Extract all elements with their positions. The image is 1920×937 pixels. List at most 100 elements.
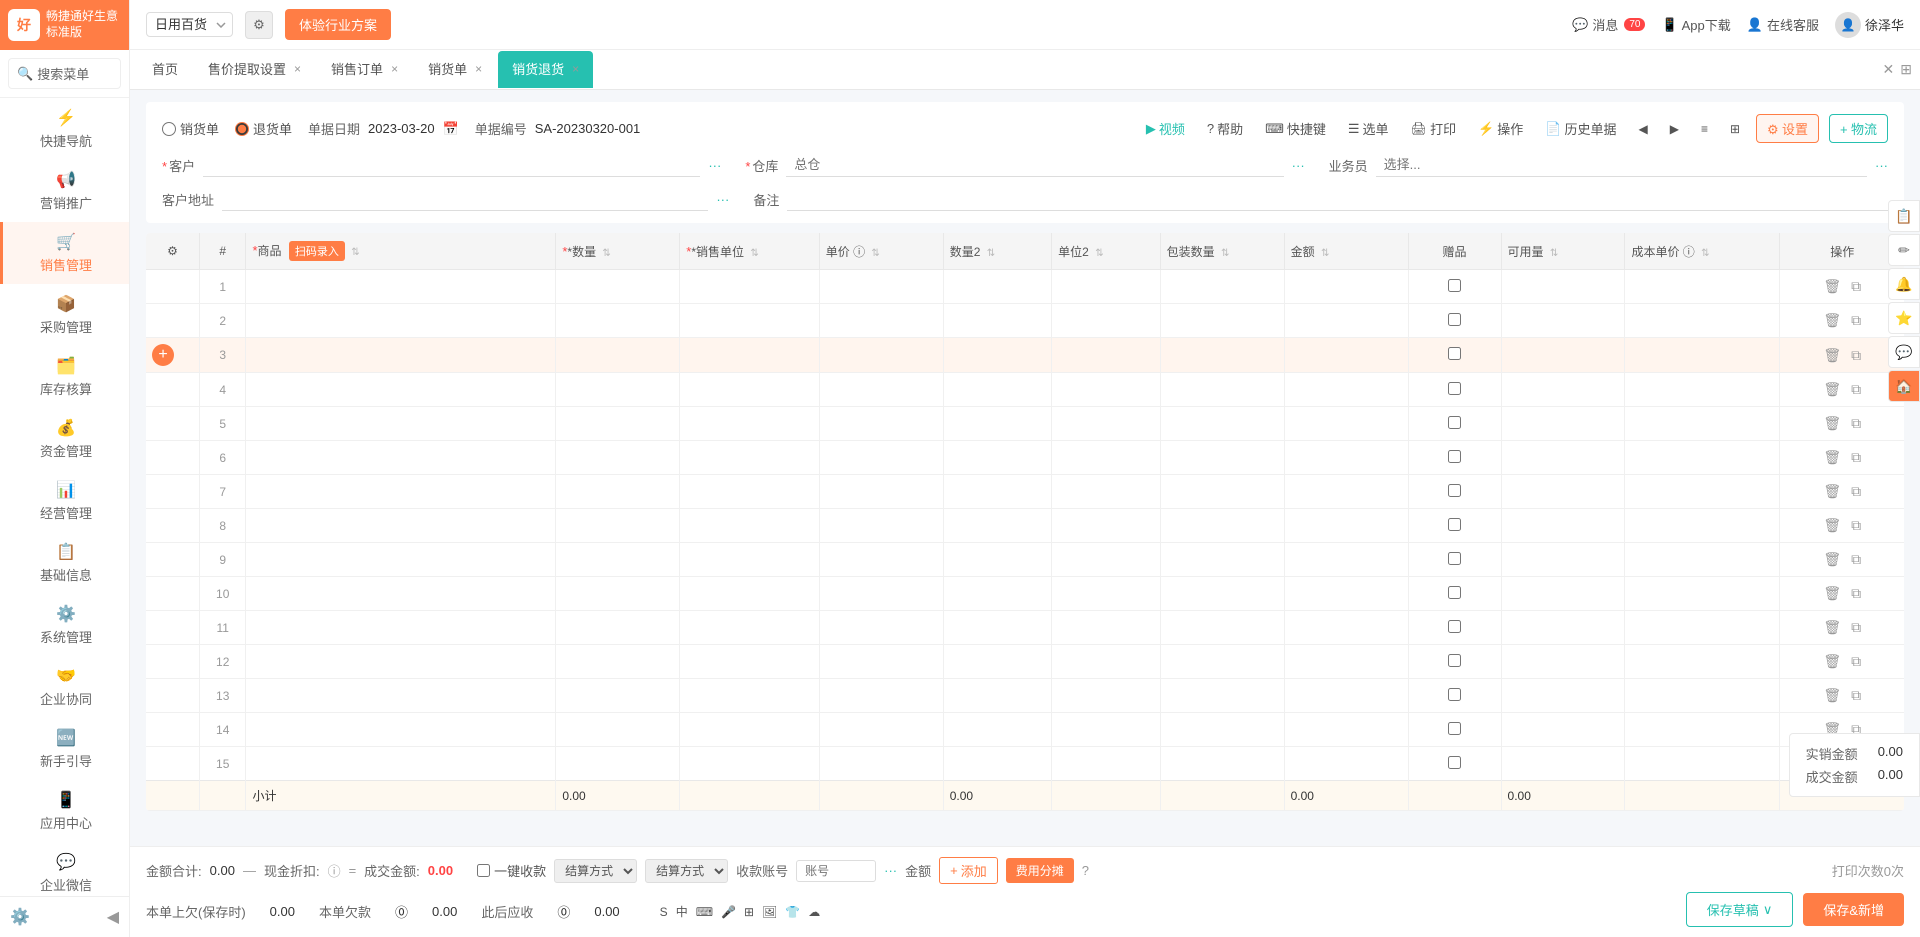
- copy-row-btn[interactable]: ⧉: [1849, 685, 1863, 706]
- right-btn-6[interactable]: 🏠: [1888, 370, 1920, 402]
- sidebar-item-inventory[interactable]: 🗂️ 库存核算: [0, 346, 129, 408]
- delete-row-btn[interactable]: 🗑: [1821, 310, 1843, 331]
- td-available[interactable]: [1501, 304, 1625, 338]
- history-btn[interactable]: 📄 历史单据: [1539, 116, 1622, 141]
- save-new-button[interactable]: 保存&新增: [1803, 893, 1904, 926]
- warehouse-input[interactable]: [786, 153, 1283, 177]
- one-click-payment-checkbox[interactable]: [477, 864, 490, 877]
- copy-row-btn[interactable]: ⧉: [1849, 515, 1863, 536]
- sidebar-item-sales[interactable]: 🛒 销售管理: [0, 222, 129, 284]
- goods-sort-icon[interactable]: ⇅: [351, 247, 359, 258]
- tab-sales-order[interactable]: 销售订单 ×: [317, 51, 412, 88]
- td-available[interactable]: [1501, 270, 1625, 304]
- delete-row-btn[interactable]: 🗑: [1821, 515, 1843, 536]
- radio-return-input[interactable]: [235, 122, 249, 136]
- experience-button[interactable]: 体验行业方案: [285, 9, 391, 40]
- sidebar-item-basic-info[interactable]: 📋 基础信息: [0, 532, 129, 594]
- td-amount[interactable]: [1284, 270, 1408, 304]
- sidebar-item-guide[interactable]: 🆕 新手引导: [0, 718, 129, 780]
- sidebar-item-app-center[interactable]: 📱 应用中心: [0, 780, 129, 842]
- copy-row-btn[interactable]: ⧉: [1849, 379, 1863, 400]
- calendar-icon[interactable]: 📅: [443, 121, 459, 137]
- dots-btn[interactable]: ···: [884, 863, 897, 878]
- search-menu-button[interactable]: 🔍 搜索菜单: [8, 58, 121, 89]
- td-qty2[interactable]: [943, 270, 1051, 304]
- right-btn-3[interactable]: 🔔: [1888, 268, 1920, 300]
- copy-row-btn[interactable]: ⧉: [1849, 310, 1863, 331]
- right-btn-4[interactable]: ⭐: [1888, 302, 1920, 334]
- gift-checkbox[interactable]: [1448, 620, 1461, 633]
- gift-checkbox[interactable]: [1448, 382, 1461, 395]
- gift-checkbox[interactable]: [1448, 279, 1461, 292]
- tab-return-close[interactable]: ×: [572, 62, 579, 76]
- address-dots-btn[interactable]: ···: [716, 192, 729, 207]
- copy-row-btn[interactable]: ⧉: [1849, 651, 1863, 672]
- td-unit-price[interactable]: [819, 270, 943, 304]
- scan-input-btn[interactable]: 扫码录入: [289, 241, 345, 261]
- td-gift-active[interactable]: [1408, 338, 1501, 373]
- td-qty2[interactable]: [943, 304, 1051, 338]
- gift-checkbox[interactable]: [1448, 756, 1461, 769]
- category-select[interactable]: 日用百货: [146, 12, 233, 37]
- delete-row-btn[interactable]: 🗑: [1821, 651, 1843, 672]
- right-btn-5[interactable]: 💬: [1888, 336, 1920, 368]
- right-btn-1[interactable]: 📋: [1888, 200, 1920, 232]
- td-cost-price[interactable]: [1625, 270, 1780, 304]
- gift-checkbox[interactable]: [1448, 552, 1461, 565]
- copy-row-btn[interactable]: ⧉: [1849, 447, 1863, 468]
- td-cost-price[interactable]: [1625, 304, 1780, 338]
- price-sort-icon[interactable]: ⇅: [871, 248, 879, 259]
- amount-sort-icon[interactable]: ⇅: [1321, 248, 1329, 259]
- tab-sales-delivery[interactable]: 销货单 ×: [414, 51, 496, 88]
- radio-delivery-input[interactable]: [162, 122, 176, 136]
- td-unit2[interactable]: [1052, 270, 1160, 304]
- prev-doc-btn[interactable]: ◀: [1632, 119, 1653, 139]
- delete-active-btn[interactable]: 🗑: [1821, 345, 1843, 366]
- header-settings-button[interactable]: ⚙: [245, 11, 273, 39]
- delete-row-btn[interactable]: 🗑: [1821, 685, 1843, 706]
- delete-row-btn[interactable]: 🗑: [1821, 413, 1843, 434]
- gift-checkbox[interactable]: [1448, 722, 1461, 735]
- sidebar-item-wechat[interactable]: 💬 企业微信: [0, 842, 129, 896]
- discount-help-icon[interactable]: ⓘ: [328, 861, 341, 880]
- fee-help-icon[interactable]: ?: [1082, 863, 1089, 878]
- th-settings[interactable]: ⚙: [146, 233, 199, 270]
- add-row-button[interactable]: +: [152, 344, 174, 366]
- user-info[interactable]: 👤 徐泽华: [1835, 12, 1904, 38]
- td-goods[interactable]: [246, 304, 556, 338]
- tab-price-close[interactable]: ×: [294, 62, 301, 76]
- address-input[interactable]: [222, 187, 708, 211]
- qty-sort-icon[interactable]: ⇅: [602, 248, 610, 259]
- radio-delivery[interactable]: 销货单: [162, 119, 219, 138]
- print-btn[interactable]: 🖨 打印: [1405, 116, 1463, 141]
- tab-home[interactable]: 首页: [138, 51, 192, 88]
- table-view-btn[interactable]: ⊞: [1724, 119, 1746, 139]
- sidebar-item-operations[interactable]: 📊 经营管理: [0, 470, 129, 532]
- save-draft-button[interactable]: 保存草稿 ∨: [1686, 892, 1794, 927]
- td-cost-active[interactable]: [1625, 338, 1780, 373]
- next-doc-btn[interactable]: ▶: [1664, 119, 1685, 139]
- td-gift[interactable]: [1408, 304, 1501, 338]
- app-download-button[interactable]: 📱 App下载: [1661, 15, 1730, 34]
- add-payment-btn[interactable]: + 添加: [939, 857, 998, 884]
- gift-checkbox[interactable]: [1448, 654, 1461, 667]
- delete-row-btn[interactable]: 🗑: [1821, 481, 1843, 502]
- gift-checkbox[interactable]: [1448, 416, 1461, 429]
- select-order-btn[interactable]: ☰ 选单: [1342, 116, 1395, 141]
- td-qty[interactable]: [556, 304, 680, 338]
- sidebar-item-purchase[interactable]: 📦 采购管理: [0, 284, 129, 346]
- unit2-sort-icon[interactable]: ⇅: [1095, 248, 1103, 259]
- radio-return[interactable]: 退货单: [235, 119, 292, 138]
- td-sales-unit[interactable]: [680, 304, 819, 338]
- delete-row-btn[interactable]: 🗑: [1821, 617, 1843, 638]
- td-qty-active[interactable]: [556, 338, 680, 373]
- sidebar-item-quick-nav[interactable]: ⚡ 快捷导航: [0, 98, 129, 160]
- sidebar-settings-btn[interactable]: ⚙️: [10, 907, 30, 927]
- td-unit2[interactable]: [1052, 304, 1160, 338]
- sidebar-search-area[interactable]: 🔍 搜索菜单: [0, 50, 129, 98]
- gift-checkbox[interactable]: [1448, 450, 1461, 463]
- td-unit2-active[interactable]: [1052, 338, 1160, 373]
- column-settings-btn[interactable]: ⚙ 设置: [1756, 114, 1819, 143]
- one-click-payment-label[interactable]: 一键收款: [477, 861, 546, 880]
- salesperson-dots-btn[interactable]: ···: [1875, 158, 1888, 173]
